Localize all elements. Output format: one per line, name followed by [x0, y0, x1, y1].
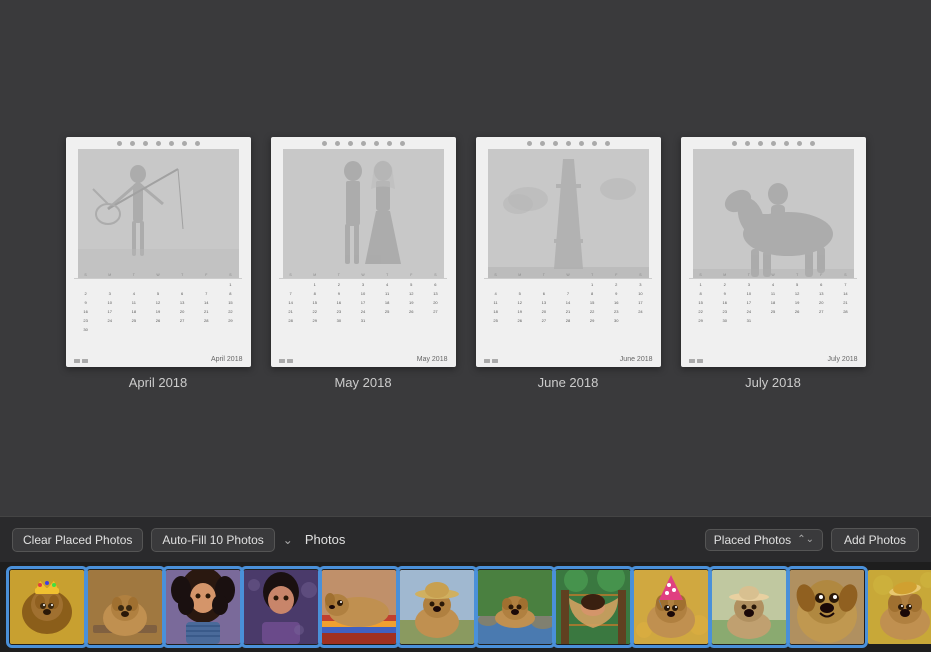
card-logo-may	[279, 359, 293, 363]
month-label-june: June 2018	[620, 356, 653, 363]
add-photos-button[interactable]: Add Photos	[831, 528, 919, 552]
photo-thumb-12[interactable]	[868, 570, 931, 644]
spiral-binding	[66, 141, 251, 146]
calendar-grid-may: SM TW TF S 1 23 45 6 78 910 1112 13	[279, 272, 448, 347]
photo-thumb-9[interactable]	[634, 570, 708, 644]
placed-photos-dropdown[interactable]: Placed Photos ⌃⌄	[705, 529, 823, 551]
photo-placeholder-may	[283, 149, 444, 279]
calendar-area: SM TW TF S 1 23 45 67 8	[0, 0, 931, 516]
calendar-page-may: SM TW TF S 1 23 45 6 78 910 1112 13	[271, 137, 456, 390]
photo-thumb-5[interactable]	[322, 570, 396, 644]
spiral-binding-july	[681, 141, 866, 146]
calendar-grid-june: SM TW TF S 12 3 45 67 89 10	[484, 272, 653, 347]
placed-photos-label: Placed Photos	[714, 533, 791, 547]
toolbar: Clear Placed Photos Auto-Fill 10 Photos …	[0, 516, 931, 562]
dropdown-chevrons-icon: ⌃⌄	[797, 534, 814, 545]
photo-thumb-3[interactable]	[166, 570, 240, 644]
autofill-photos-button[interactable]: Auto-Fill 10 Photos	[151, 528, 274, 552]
spiral-binding-may	[271, 141, 456, 146]
photo-thumb-7[interactable]	[478, 570, 552, 644]
calendar-grid-july: SM TW TF S 12 34 56 7 89 1011 1213 14	[689, 272, 858, 347]
photo-thumb-1[interactable]	[10, 570, 84, 644]
photo-placeholder-june	[488, 149, 649, 279]
card-logo-july	[689, 359, 703, 363]
month-label-april: April 2018	[211, 356, 243, 363]
photo-thumb-6[interactable]	[400, 570, 474, 644]
card-logo-april	[74, 359, 88, 363]
photos-dropdown-chevron[interactable]: ⌄	[283, 533, 293, 547]
calendar-page-june: SM TW TF S 12 3 45 67 89 10	[476, 137, 661, 390]
page-card-april[interactable]: SM TW TF S 1 23 45 67 8	[66, 137, 251, 367]
photo-placeholder-april	[78, 149, 239, 279]
page-title-may: May 2018	[334, 375, 391, 390]
photo-placeholder-july	[693, 149, 854, 279]
page-card-may[interactable]: SM TW TF S 1 23 45 6 78 910 1112 13	[271, 137, 456, 367]
page-title-july: July 2018	[745, 375, 801, 390]
page-title-april: April 2018	[129, 375, 188, 390]
photo-thumb-4[interactable]	[244, 570, 318, 644]
photo-thumb-2[interactable]	[88, 570, 162, 644]
page-title-june: June 2018	[538, 375, 599, 390]
photo-thumb-11[interactable]	[790, 570, 864, 644]
page-card-july[interactable]: SM TW TF S 12 34 56 7 89 1011 1213 14	[681, 137, 866, 367]
photo-thumb-10[interactable]	[712, 570, 786, 644]
spiral-binding-june	[476, 141, 661, 146]
calendar-page-april: SM TW TF S 1 23 45 67 8	[66, 137, 251, 390]
photo-thumb-8[interactable]	[556, 570, 630, 644]
card-logo-june	[484, 359, 498, 363]
page-card-june[interactable]: SM TW TF S 12 3 45 67 89 10	[476, 137, 661, 367]
calendar-page-july: SM TW TF S 12 34 56 7 89 1011 1213 14	[681, 137, 866, 390]
photos-section-label: Photos	[305, 532, 345, 547]
clear-placed-photos-button[interactable]: Clear Placed Photos	[12, 528, 143, 552]
calendar-grid-april: SM TW TF S 1 23 45 67 8	[74, 272, 243, 347]
month-label-may: May 2018	[417, 356, 448, 363]
photo-strip	[0, 562, 931, 652]
month-label-july: July 2018	[828, 356, 858, 363]
